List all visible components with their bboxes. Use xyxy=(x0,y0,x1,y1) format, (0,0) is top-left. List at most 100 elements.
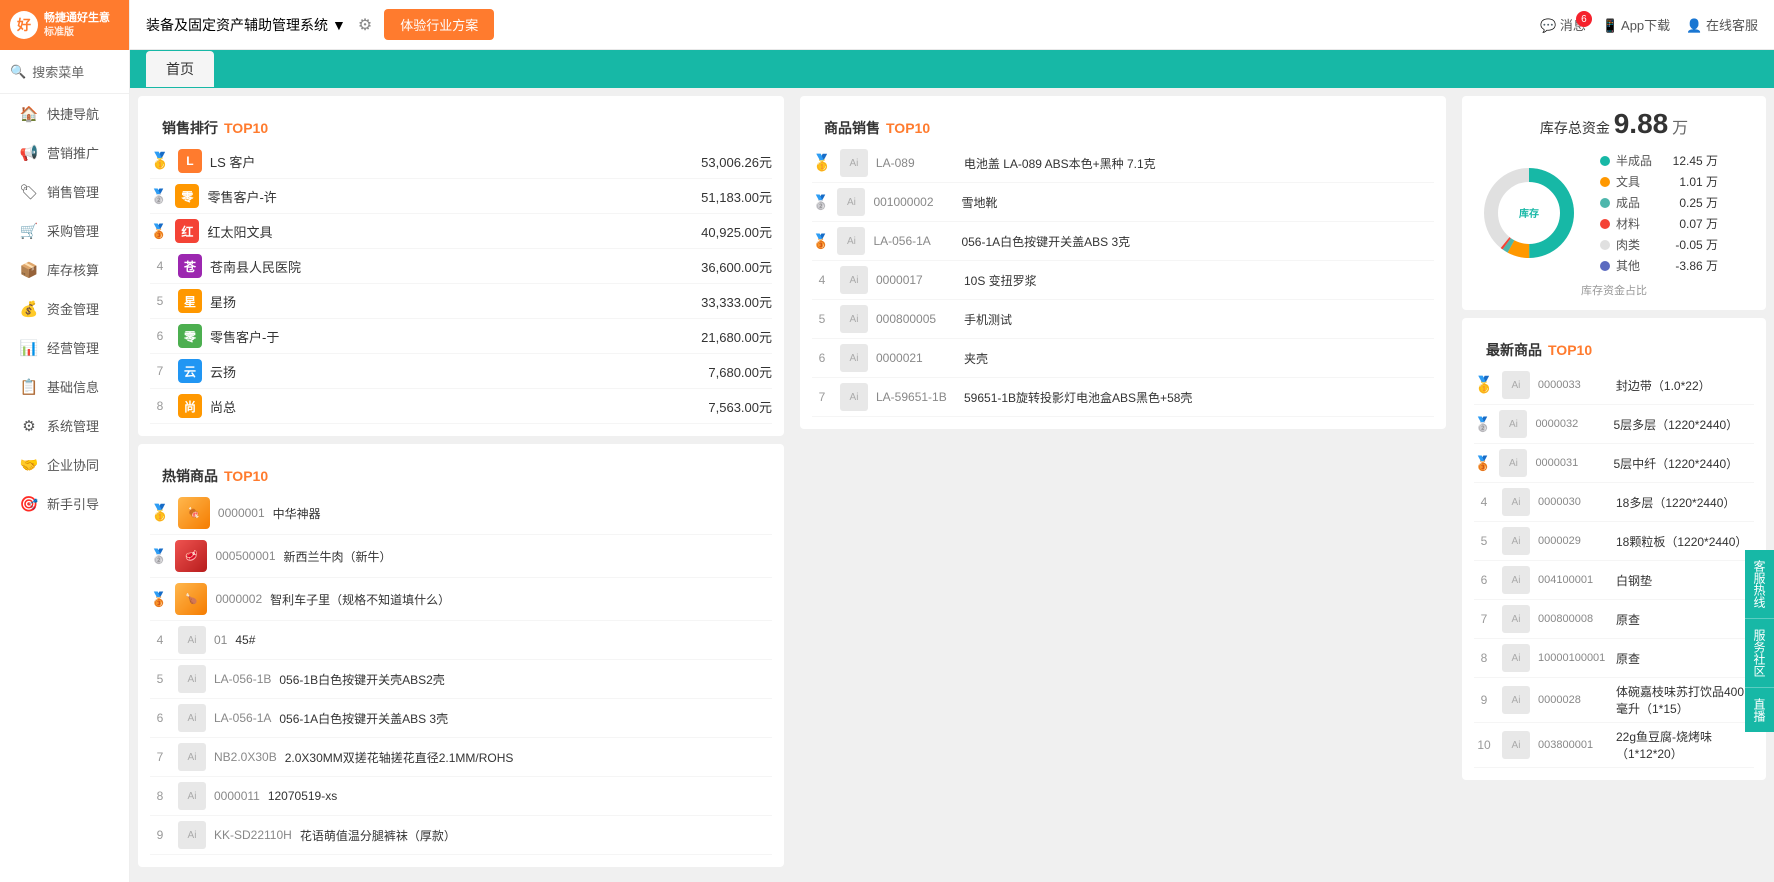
hot-product-row: 4 Ai 01 45# xyxy=(150,621,772,660)
search-icon: 🔍 xyxy=(10,64,26,80)
product-thumbnail: Ai xyxy=(840,305,868,333)
product-thumbnail: Ai xyxy=(1502,488,1530,516)
sidebar-item-marketing[interactable]: 📢 营销推广 xyxy=(0,133,129,172)
new-product-row: 6 Ai 004100001 白钢垫 xyxy=(1474,561,1754,600)
donut-chart-container: 库存 半成品 12.45 万 文具 1.01 万 xyxy=(1474,152,1754,274)
sidebar-item-collab[interactable]: 🤝 企业协同 xyxy=(0,445,129,484)
online-service[interactable]: 👤 在线客服 xyxy=(1686,15,1758,34)
gold-medal-icon: 🥇 xyxy=(150,503,170,523)
rank-row: 8 尚 尚总 7,563.00元 xyxy=(150,389,772,424)
silver-medal-icon: 🥈 xyxy=(812,194,829,211)
logo-text: 畅捷通好生意 标准版 xyxy=(44,11,110,38)
bronze-medal-icon: 🥉 xyxy=(812,233,829,250)
trial-button[interactable]: 体验行业方案 xyxy=(384,9,494,40)
tab-home[interactable]: 首页 xyxy=(146,51,214,87)
customer-badge: 红 xyxy=(175,219,199,243)
product-sales-row: 6 Ai 0000021 夹壳 xyxy=(812,339,1434,378)
customer-badge: L xyxy=(178,149,202,173)
customer-sales-title: 销售排行 TOP10 xyxy=(150,108,772,144)
new-products-title: 最新商品 TOP10 xyxy=(1474,330,1754,366)
silver-medal-icon: 🥈 xyxy=(1474,416,1491,433)
customer-badge: 零 xyxy=(175,184,199,208)
hot-product-row: 5 Ai LA-056-1B 056-1B白色按键开关壳ABS2壳 xyxy=(150,660,772,699)
gold-medal-icon: 🥇 xyxy=(150,151,170,171)
sidebar-item-system[interactable]: ⚙ 系统管理 xyxy=(0,406,129,445)
product-sales-row: 🥈 Ai 001000002 雪地靴 xyxy=(812,183,1434,222)
sidebar-item-purchase[interactable]: 🛒 采购管理 xyxy=(0,211,129,250)
home-icon: 🏠 xyxy=(19,105,39,123)
legend-dot xyxy=(1600,219,1610,229)
product-sales-row: 7 Ai LA-59651-1B 59651-1B旋转投影灯电池盒ABS黑色+5… xyxy=(812,378,1434,417)
operations-icon: 📊 xyxy=(19,339,39,357)
mobile-icon: 📱 xyxy=(1602,18,1618,33)
product-thumbnail: Ai xyxy=(1502,566,1530,594)
legend-dot xyxy=(1600,156,1610,166)
product-thumbnail: Ai xyxy=(178,821,206,849)
collab-icon: 🤝 xyxy=(19,456,39,474)
silver-medal-icon: 🥈 xyxy=(150,548,167,565)
gold-medal-icon: 🥇 xyxy=(812,153,832,173)
basics-icon: 📋 xyxy=(19,378,39,396)
legend-item: 文具 1.01 万 xyxy=(1600,173,1718,190)
product-thumbnail: Ai xyxy=(1499,410,1527,438)
customer-sales-panel: 销售排行 TOP10 🥇 L LS 客户 53,006.26元 xyxy=(138,96,784,436)
float-btn-service[interactable]: 客服热线 xyxy=(1745,550,1774,619)
sidebar-search-button[interactable]: 🔍 搜索菜单 xyxy=(10,58,119,85)
product-thumbnail: Ai xyxy=(178,743,206,771)
system-title-dropdown[interactable]: 装备及固定资产辅助管理系统 ▼ xyxy=(146,15,346,35)
rank-row: 5 星 星扬 33,333.00元 xyxy=(150,284,772,319)
sidebar-item-newguide[interactable]: 🎯 新手引导 xyxy=(0,484,129,523)
product-thumbnail: Ai xyxy=(840,383,868,411)
product-thumbnail: Ai xyxy=(1502,644,1530,672)
sidebar-item-inventory[interactable]: 📦 库存核算 xyxy=(0,250,129,289)
legend-item: 材料 0.07 万 xyxy=(1600,215,1718,232)
new-product-row: 🥈 Ai 0000032 5层多层（1220*2440） xyxy=(1474,405,1754,444)
product-thumbnail: Ai xyxy=(837,227,865,255)
legend-item: 其他 -3.86 万 xyxy=(1600,257,1718,274)
sidebar-item-finance[interactable]: 💰 资金管理 xyxy=(0,289,129,328)
sidebar-search-section: 🔍 搜索菜单 xyxy=(0,50,129,94)
customer-badge: 云 xyxy=(178,359,202,383)
rank-row: 7 云 云扬 7,680.00元 xyxy=(150,354,772,389)
hot-product-row: 9 Ai KK-SD22110H 花语萌值温分腿裤袜（厚款） xyxy=(150,816,772,855)
product-sales-row: 4 Ai 0000017 10S 变扭罗浆 xyxy=(812,261,1434,300)
right-panel: 库存总资金 9.88 万 xyxy=(1454,88,1774,882)
new-product-row: 4 Ai 0000030 18多层（1220*2440） xyxy=(1474,483,1754,522)
message-badge[interactable]: 💬 6 消息 xyxy=(1540,15,1586,34)
settings-icon[interactable]: ⚙ xyxy=(358,15,372,35)
hot-product-row: 🥇 🍖 0000001 中华神器 xyxy=(150,492,772,535)
legend-dot xyxy=(1600,240,1610,250)
rank-row: 4 苍 苍南县人民医院 36,600.00元 xyxy=(150,249,772,284)
system-icon: ⚙ xyxy=(19,417,39,435)
sidebar-logo: 好 畅捷通好生意 标准版 xyxy=(0,0,129,50)
new-product-row: 10 Ai 003800001 22g鱼豆腐-烧烤味（1*12*20） xyxy=(1474,723,1754,768)
sidebar-item-operations[interactable]: 📊 经营管理 xyxy=(0,328,129,367)
chart-legend: 半成品 12.45 万 文具 1.01 万 成品 0.25 万 xyxy=(1600,152,1718,274)
new-product-row: 7 Ai 000800008 原查 xyxy=(1474,600,1754,639)
rank-row: 🥉 红 红太阳文具 40,925.00元 xyxy=(150,214,772,249)
inventory-subtitle: 库存资金占比 xyxy=(1474,282,1754,298)
sidebar-item-sales[interactable]: 🏷 销售管理 xyxy=(0,172,129,211)
finance-icon: 💰 xyxy=(19,300,39,318)
float-btn-live[interactable]: 直播 xyxy=(1745,688,1774,732)
bronze-medal-icon: 🥉 xyxy=(150,591,167,608)
product-thumbnail: Ai xyxy=(178,665,206,693)
app-download[interactable]: 📱 App下载 xyxy=(1602,15,1670,34)
sidebar-item-basics[interactable]: 📋 基础信息 xyxy=(0,367,129,406)
legend-item: 半成品 12.45 万 xyxy=(1600,152,1718,169)
rank-row: 🥈 零 零售客户-许 51,183.00元 xyxy=(150,179,772,214)
float-btn-community[interactable]: 服务社区 xyxy=(1745,619,1774,688)
new-products-section: 最新商品 TOP10 🥇 Ai 0000033 封边带（1.0*22） 🥈 Ai… xyxy=(1462,318,1766,780)
product-thumbnail: Ai xyxy=(1502,605,1530,633)
product-thumbnail: Ai xyxy=(840,149,868,177)
purchase-icon: 🛒 xyxy=(19,222,39,240)
product-sales-row: 🥉 Ai LA-056-1A 056-1A白色按键开关盖ABS 3克 xyxy=(812,222,1434,261)
product-thumbnail: Ai xyxy=(1502,527,1530,555)
customer-badge: 苍 xyxy=(178,254,202,278)
hot-product-row: 7 Ai NB2.0X30B 2.0X30MM双搓花轴搓花直径2.1MM/ROH… xyxy=(150,738,772,777)
sidebar-item-quicknav[interactable]: 🏠 快捷导航 xyxy=(0,94,129,133)
topbar-right: 💬 6 消息 📱 App下载 👤 在线客服 xyxy=(1540,15,1758,34)
hot-product-row: 🥉 🍗 0000002 智利车子里（规格不知道填什么） xyxy=(150,578,772,621)
center-panels: 销售排行 TOP10 🥇 L LS 客户 53,006.26元 xyxy=(130,88,1454,882)
sidebar: 好 畅捷通好生意 标准版 🔍 搜索菜单 🏠 快捷导航 📢 营销推广 🏷 销售管理… xyxy=(0,0,130,882)
